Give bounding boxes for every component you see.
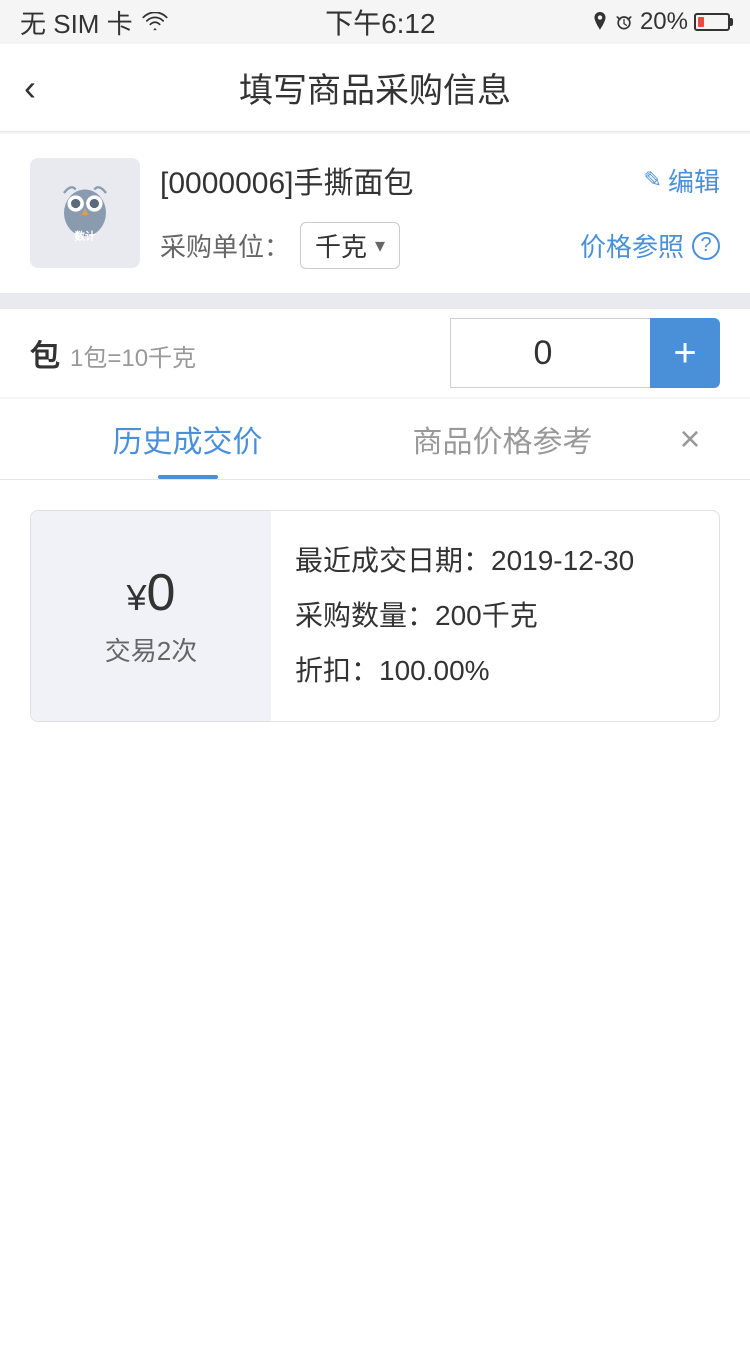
purchase-unit-row: 采购单位： 千克 ▾ 价格参照 ? — [160, 222, 720, 269]
price-ref-label: 价格参照 — [580, 227, 684, 264]
history-details-section: 最近成交日期：2019-12-30 采购数量：200千克 折扣：100.00% — [271, 511, 719, 721]
status-right-group: 20% — [592, 8, 730, 36]
tabs-container: 历史成交价 商品价格参考 × ¥0 交易2次 最近成交日期：2019-12-30… — [0, 399, 750, 752]
discount-value: 100.00% — [379, 655, 490, 686]
product-image: 数计 — [30, 158, 140, 268]
wifi-icon — [141, 12, 169, 32]
status-carrier: 无 SIM 卡 — [20, 4, 169, 41]
edit-label: 编辑 — [668, 162, 720, 199]
nav-bar: ‹ 填写商品采购信息 — [0, 44, 750, 132]
alarm-icon — [614, 12, 634, 32]
carrier-text: 无 SIM 卡 — [20, 4, 133, 41]
quantity-control: + — [450, 318, 720, 388]
quantity-sub-unit: 1包=10千克 — [70, 338, 196, 373]
price-number: 0 — [147, 564, 176, 622]
purchase-qty-row: 采购数量：200千克 — [295, 596, 695, 635]
status-bar: 无 SIM 卡 下午6:12 20% — [0, 0, 750, 44]
discount-label: 折扣： — [295, 655, 379, 686]
help-icon: ? — [692, 232, 720, 260]
quantity-label: 包 1包=10千克 — [30, 331, 196, 375]
battery-icon — [694, 13, 730, 31]
history-trades-count: 交易2次 — [105, 631, 197, 668]
product-name-row: [0000006]手撕面包 ✎ 编辑 — [160, 158, 720, 202]
price-reference-button[interactable]: 价格参照 ? — [580, 227, 720, 264]
back-button[interactable]: ‹ — [24, 67, 36, 109]
unit-selector-group: 采购单位： 千克 ▾ — [160, 222, 400, 269]
product-name: [0000006]手撕面包 — [160, 158, 413, 202]
main-content-area — [0, 752, 750, 1352]
unit-value: 千克 — [315, 227, 367, 264]
tabs-header: 历史成交价 商品价格参考 × — [0, 399, 750, 480]
recent-date-row: 最近成交日期：2019-12-30 — [295, 541, 695, 580]
unit-dropdown[interactable]: 千克 ▾ — [300, 222, 400, 269]
page-title: 填写商品采购信息 — [239, 63, 511, 112]
edit-icon: ✎ — [644, 167, 662, 193]
history-content: ¥0 交易2次 最近成交日期：2019-12-30 采购数量：200千克 折扣：… — [0, 480, 750, 752]
quantity-input[interactable] — [450, 318, 650, 388]
quantity-row: 包 1包=10千克 + — [0, 309, 750, 397]
edit-button[interactable]: ✎ 编辑 — [644, 162, 720, 199]
product-info: [0000006]手撕面包 ✎ 编辑 采购单位： 千克 ▾ 价格参照 ? — [160, 158, 720, 269]
discount-row: 折扣：100.00% — [295, 651, 695, 690]
history-price-value: ¥0 — [127, 563, 176, 623]
quantity-unit: 包 — [30, 331, 60, 375]
yen-symbol: ¥ — [127, 577, 147, 618]
tab-history-price[interactable]: 历史成交价 — [30, 399, 345, 479]
tab-price-reference[interactable]: 商品价格参考 — [345, 399, 660, 479]
recent-date-label: 最近成交日期： — [295, 545, 491, 576]
quantity-plus-button[interactable]: + — [650, 318, 720, 388]
svg-text:数计: 数计 — [74, 230, 96, 242]
purchase-qty-label: 采购数量： — [295, 600, 435, 631]
history-price-section: ¥0 交易2次 — [31, 511, 271, 721]
history-card: ¥0 交易2次 最近成交日期：2019-12-30 采购数量：200千克 折扣：… — [30, 510, 720, 722]
status-time: 下午6:12 — [325, 2, 436, 42]
product-card: 数计 [0000006]手撕面包 ✎ 编辑 采购单位： 千克 ▾ 价格参照 — [0, 134, 750, 293]
product-thumbnail-icon: 数计 — [50, 172, 120, 254]
battery-percent: 20% — [640, 8, 688, 36]
recent-date-value: 2019-12-30 — [491, 545, 634, 576]
unit-label: 采购单位： — [160, 227, 290, 264]
dropdown-arrow-icon: ▾ — [375, 233, 385, 258]
section-divider — [0, 293, 750, 309]
purchase-qty-value: 200千克 — [435, 600, 538, 631]
tabs-close-button[interactable]: × — [660, 399, 720, 479]
location-icon — [592, 12, 608, 32]
